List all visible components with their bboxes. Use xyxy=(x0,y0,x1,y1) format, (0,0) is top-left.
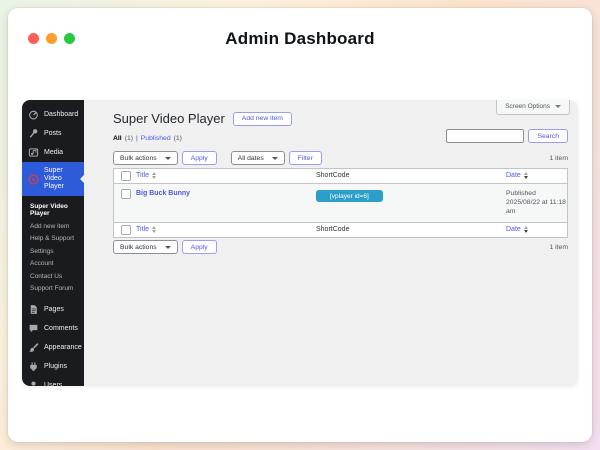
sidebar-item-users[interactable]: Users xyxy=(22,376,84,386)
sidebar-item-plugins[interactable]: Plugins xyxy=(22,357,84,376)
submenu-item-account[interactable]: Account xyxy=(22,258,84,271)
search-input[interactable] xyxy=(446,129,525,143)
all-count: (1) xyxy=(124,135,133,142)
row-checkbox[interactable] xyxy=(121,189,131,199)
app-window: Admin Dashboard Dashboard Posts Media Su… xyxy=(8,8,592,442)
row-date-status: Published xyxy=(506,190,536,197)
sidebar-item-appearance[interactable]: Appearance xyxy=(22,338,84,357)
column-date-label: Date xyxy=(506,226,521,233)
search-area: Search xyxy=(446,129,568,143)
published-link[interactable]: Published xyxy=(141,135,171,142)
sidebar-item-label: Media xyxy=(44,148,64,156)
column-footer-date[interactable]: Date xyxy=(506,226,528,233)
posts-table: Title ShortCode Date Big Buck Bunny [vpl… xyxy=(113,168,568,238)
bulk-actions-value: Bulk actions xyxy=(120,154,157,162)
media-icon xyxy=(28,147,39,158)
chevron-down-icon xyxy=(164,156,171,160)
admin-panel: Dashboard Posts Media Super Video Player… xyxy=(22,100,578,386)
column-date-label: Date xyxy=(506,172,521,179)
row-date-text: 2025/08/22 at 11:18 am xyxy=(506,199,566,215)
submenu-item-add-new-item[interactable]: Add new item xyxy=(22,220,84,233)
search-button[interactable]: Search xyxy=(528,129,568,143)
pin-icon xyxy=(28,128,39,139)
sidebar-item-label: Appearance xyxy=(44,343,82,351)
sidebar-item-dashboard[interactable]: Dashboard xyxy=(22,105,84,124)
dashboard-icon xyxy=(28,109,39,120)
sidebar-item-label: Posts xyxy=(44,129,62,137)
chevron-down-icon xyxy=(164,245,171,249)
sort-icon xyxy=(523,172,528,179)
pages-icon xyxy=(28,304,39,315)
shortcode-badge[interactable]: [vplayer id=6] xyxy=(316,190,383,202)
column-header-shortcode: ShortCode xyxy=(316,172,350,179)
screen-options-button[interactable]: Screen Options xyxy=(496,100,570,115)
users-icon xyxy=(28,380,39,386)
page-header: Super Video Player Add new item xyxy=(113,111,292,126)
sidebar-submenu: Super Video Player Add new item Help & S… xyxy=(22,196,84,300)
bulk-actions-select[interactable]: Bulk actions xyxy=(113,151,178,165)
comments-icon xyxy=(28,323,39,334)
submenu-item-contact-us[interactable]: Contact Us xyxy=(22,270,84,283)
admin-sidebar: Dashboard Posts Media Super Video Player… xyxy=(22,100,84,386)
page-title: Super Video Player xyxy=(113,111,225,126)
submenu-item-super-video-player[interactable]: Super Video Player xyxy=(22,200,84,220)
row-title-link[interactable]: Big Buck Bunny xyxy=(136,190,190,197)
view-filter-links: All (1) | Published (1) xyxy=(113,135,182,142)
column-header-title[interactable]: Title xyxy=(136,172,156,179)
select-all-checkbox[interactable] xyxy=(121,171,131,181)
select-all-checkbox[interactable] xyxy=(121,225,131,235)
row-date-cell: Published 2025/08/22 at 11:18 am xyxy=(506,189,570,216)
add-new-item-button[interactable]: Add new item xyxy=(232,111,292,126)
sidebar-item-posts[interactable]: Posts xyxy=(22,124,84,143)
sidebar-item-label: Comments xyxy=(44,324,78,332)
dates-filter-value: All dates xyxy=(237,154,264,162)
dates-filter-select[interactable]: All dates xyxy=(230,151,285,165)
column-footer-shortcode: ShortCode xyxy=(316,226,350,233)
tablenav-top: Bulk actions Apply All dates Filter 1 it… xyxy=(113,151,568,165)
column-title-label: Title xyxy=(136,226,149,233)
sidebar-item-label: Super Video Player xyxy=(44,167,64,190)
chevron-down-icon xyxy=(555,105,561,108)
apply-button[interactable]: Apply xyxy=(181,151,217,165)
sidebar-item-label: Dashboard xyxy=(44,110,79,118)
desktop-background: Admin Dashboard Dashboard Posts Media Su… xyxy=(0,0,600,450)
sidebar-item-label: Users xyxy=(44,381,63,387)
window-title: Admin Dashboard xyxy=(225,29,375,48)
tablenav-bottom: Bulk actions Apply 1 item xyxy=(113,240,568,254)
chevron-down-icon xyxy=(271,156,278,160)
published-count: (1) xyxy=(173,135,182,142)
sidebar-item-label: Pages xyxy=(44,305,64,313)
column-header-date[interactable]: Date xyxy=(506,172,528,179)
submenu-item-settings[interactable]: Settings xyxy=(22,245,84,258)
window-titlebar: Admin Dashboard xyxy=(8,8,592,54)
submenu-item-support-forum[interactable]: Support Forum xyxy=(22,283,84,296)
plugins-icon xyxy=(28,361,39,372)
apply-button-bottom[interactable]: Apply xyxy=(181,240,217,254)
sidebar-item-comments[interactable]: Comments xyxy=(22,319,84,338)
sort-icon xyxy=(151,172,156,179)
item-count: 1 item xyxy=(549,243,568,251)
column-title-label: Title xyxy=(136,172,149,179)
appearance-icon xyxy=(28,342,39,353)
sort-icon xyxy=(523,226,528,233)
submenu-item-help-support[interactable]: Help & Support xyxy=(22,233,84,246)
item-count: 1 item xyxy=(549,154,568,162)
views-separator: | xyxy=(136,135,138,142)
all-link[interactable]: All xyxy=(113,135,122,142)
admin-content: Screen Options Super Video Player Add ne… xyxy=(84,100,578,386)
bulk-actions-select-bottom[interactable]: Bulk actions xyxy=(113,240,178,254)
table-header-row: Title ShortCode Date xyxy=(114,169,567,184)
bulk-actions-value: Bulk actions xyxy=(120,243,157,251)
video-play-icon xyxy=(28,173,39,185)
sidebar-item-pages[interactable]: Pages xyxy=(22,300,84,319)
sort-icon xyxy=(151,226,156,233)
table-footer-row: Title ShortCode Date xyxy=(114,223,567,237)
column-footer-title[interactable]: Title xyxy=(136,226,156,233)
sidebar-item-super-video-player[interactable]: Super Video Player xyxy=(22,162,84,196)
table-row: Big Buck Bunny [vplayer id=6] Published … xyxy=(114,184,567,223)
screen-options-label: Screen Options xyxy=(505,103,550,110)
filter-button[interactable]: Filter xyxy=(288,151,322,165)
sidebar-item-label: Plugins xyxy=(44,362,67,370)
sidebar-item-media[interactable]: Media xyxy=(22,143,84,162)
